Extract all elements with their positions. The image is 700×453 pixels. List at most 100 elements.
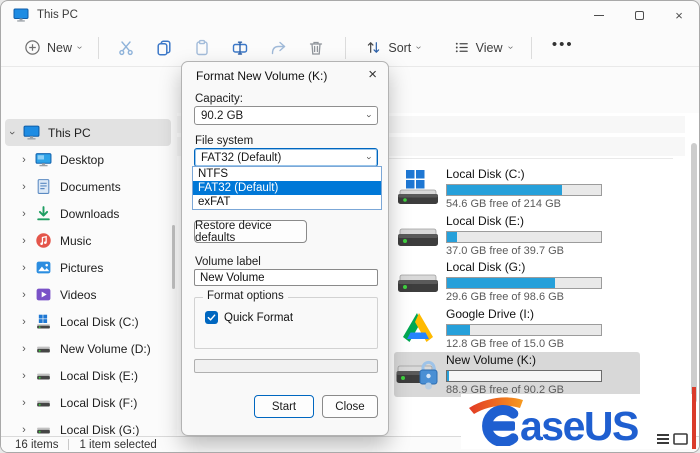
tree-expand-chevron[interactable]: › (17, 154, 31, 166)
sidebar-item-desktop[interactable]: › Desktop (5, 146, 171, 173)
sidebar-item-label: This PC (48, 126, 91, 140)
drive-tile-local-disk-g[interactable]: Local Disk (G:) 29.6 GB free of 98.6 GB (394, 259, 640, 304)
drive-name: New Volume (K:) (446, 353, 536, 367)
copy-button[interactable] (145, 32, 183, 64)
checkbox-checked-icon[interactable] (205, 311, 218, 324)
view-button[interactable]: View › (444, 32, 521, 64)
tree-expand-chevron[interactable]: › (17, 316, 31, 328)
sidebar-item-documents[interactable]: › Documents (5, 173, 171, 200)
format-options-group: Format options Quick Format (194, 297, 378, 349)
content-scrollbar[interactable] (691, 143, 697, 403)
documents-icon (35, 178, 52, 195)
sidebar-item-local-disk-e[interactable]: › Local Disk (E:) (5, 362, 171, 389)
sidebar-item-pictures[interactable]: › Pictures (5, 254, 171, 281)
cut-icon (117, 39, 135, 57)
view-button-label: View (476, 41, 503, 55)
tree-expand-chevron[interactable]: › (17, 397, 31, 409)
screen-outline-icon (674, 434, 687, 444)
tree-expand-chevron[interactable]: › (17, 343, 31, 355)
minimize-button[interactable] (579, 1, 619, 29)
maximize-button[interactable] (619, 1, 659, 29)
tree-expand-chevron[interactable]: › (17, 208, 31, 220)
sort-button-label: Sort (388, 41, 411, 55)
drive-tile-google-drive-i[interactable]: Google Drive (I:) 12.8 GB free of 15.0 G… (394, 306, 640, 351)
bitlocker-drive-icon (396, 356, 440, 392)
capacity-combobox[interactable]: 90.2 GB › (194, 106, 378, 125)
more-options-button[interactable]: ••• (542, 36, 584, 59)
monitor-icon (23, 124, 40, 141)
new-button[interactable]: New › (15, 32, 90, 64)
drive-name: Google Drive (I:) (446, 307, 534, 321)
selected-count: 1 item selected (79, 439, 156, 451)
filesystem-combobox[interactable]: FAT32 (Default) › (194, 148, 378, 167)
tree-expand-chevron[interactable]: › (17, 235, 31, 247)
tree-expand-chevron[interactable]: › (17, 370, 31, 382)
tree-expand-chevron[interactable]: › (17, 289, 31, 301)
paste-button[interactable] (183, 32, 221, 64)
drive-tile-new-volume-k[interactable]: New Volume (K:) 88.9 GB free of 90.2 GB (394, 352, 640, 397)
sidebar-item-music[interactable]: › Music (5, 227, 171, 254)
restore-defaults-button[interactable]: Restore device defaults (194, 220, 307, 243)
tree-expand-chevron[interactable]: › (17, 262, 31, 274)
sidebar-scrollbar[interactable] (172, 225, 175, 289)
drive-icon (396, 217, 440, 253)
drive-free-space: 12.8 GB free of 15.0 GB (446, 338, 564, 350)
sidebar-item-label: Local Disk (E:) (60, 369, 138, 383)
sidebar-item-this-pc[interactable]: › This PC (5, 119, 171, 146)
watermark-red-edge (692, 387, 696, 449)
music-icon (35, 232, 52, 249)
start-button[interactable]: Start (254, 395, 314, 418)
format-options-label: Format options (203, 290, 288, 302)
volume-label-input[interactable] (194, 269, 378, 286)
close-button[interactable]: × (659, 1, 699, 29)
tree-expand-chevron[interactable]: › (17, 424, 31, 436)
toolbar-divider (345, 37, 346, 59)
drive-usage-bar (446, 324, 602, 336)
rename-icon (231, 39, 249, 57)
drive-icon (35, 340, 52, 357)
drive-usage-fill (447, 185, 562, 195)
dropdown-option-ntfs[interactable]: NTFS (193, 167, 381, 181)
drive-usage-bar (446, 370, 602, 382)
drive-tile-local-disk-e[interactable]: Local Disk (E:) 37.0 GB free of 39.7 GB (394, 213, 640, 258)
sidebar-item-label: Downloads (60, 207, 119, 221)
cut-button[interactable] (107, 32, 145, 64)
drive-usage-fill (447, 325, 470, 335)
filesystem-label: File system (195, 135, 253, 147)
chevron-down-icon: › (74, 46, 85, 49)
sidebar-item-local-disk-f[interactable]: › Local Disk (F:) (5, 389, 171, 416)
toolbar-divider (98, 37, 99, 59)
desktop-icon (35, 151, 52, 168)
dialog-close-button[interactable]: × (368, 66, 377, 83)
dropdown-option-fat32[interactable]: FAT32 (Default) (193, 181, 381, 195)
tree-expand-chevron[interactable]: › (17, 181, 31, 193)
chevron-down-icon: › (413, 46, 424, 49)
easeus-logo: aseUS (461, 394, 689, 446)
title-bar: This PC × (1, 1, 699, 29)
sidebar-item-local-disk-c[interactable]: › Local Disk (C:) (5, 308, 171, 335)
rename-button[interactable] (221, 32, 259, 64)
chevron-down-icon: › (365, 114, 375, 117)
quick-format-option[interactable]: Quick Format (205, 311, 293, 324)
dialog-close-action-button[interactable]: Close (322, 395, 378, 418)
capacity-label: Capacity: (195, 93, 243, 105)
sidebar-item-new-volume-d[interactable]: › New Volume (D:) (5, 335, 171, 362)
drive-usage-bar (446, 277, 602, 289)
sort-button[interactable]: Sort › (356, 32, 429, 64)
quick-format-label: Quick Format (224, 312, 293, 324)
drive-name: Local Disk (G:) (446, 260, 525, 274)
delete-button[interactable] (297, 32, 335, 64)
dropdown-option-exfat[interactable]: exFAT (193, 195, 381, 209)
minimize-icon (594, 15, 604, 16)
share-button[interactable] (259, 32, 297, 64)
dialog-title: Format New Volume (K:) (196, 69, 327, 83)
tree-expand-chevron[interactable]: › (6, 126, 18, 140)
downloads-icon (35, 205, 52, 222)
sidebar-item-videos[interactable]: › Videos (5, 281, 171, 308)
drive-usage-fill (447, 278, 555, 288)
drive-usage-bar (446, 184, 602, 196)
close-icon: × (675, 8, 683, 23)
drive-free-space: 54.6 GB free of 214 GB (446, 198, 561, 210)
drive-tile-local-disk-c[interactable]: Local Disk (C:) 54.6 GB free of 214 GB (394, 166, 640, 211)
sidebar-item-downloads[interactable]: › Downloads (5, 200, 171, 227)
